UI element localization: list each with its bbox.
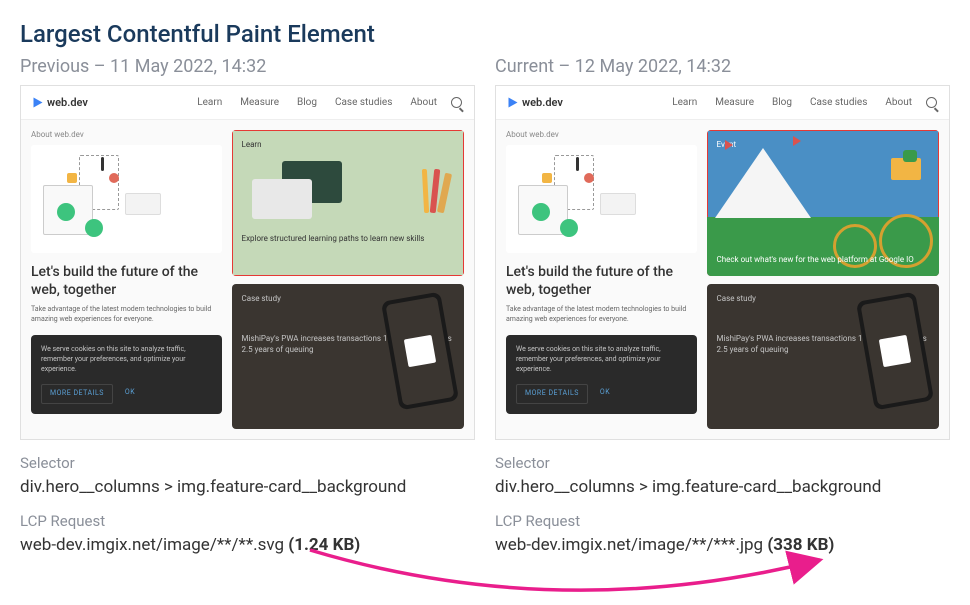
search-icon[interactable] [451,97,462,108]
lcp-size: (338 KB) [767,535,834,555]
cookie-banner: We serve cookies on this site to analyze… [31,335,222,414]
current-label: Current – 12 May 2022, 14:32 [495,56,950,77]
selector-value: div.hero__columns > img.feature-card__ba… [495,476,950,498]
cookie-more-button[interactable]: MORE DETAILS [41,384,113,404]
tent-illustration [715,148,811,218]
cookie-text: We serve cookies on this site to analyze… [516,345,687,374]
site-name: web.dev [47,96,88,109]
lcp-size: (1.24 KB) [288,535,360,555]
site-logo: web.dev [33,96,88,109]
learn-text: Explore structured learning paths to lea… [242,233,454,244]
hero-subtext: Take advantage of the latest modern tech… [31,305,222,325]
nav-link[interactable]: Measure [715,97,754,108]
cookie-text: We serve cookies on this site to analyze… [41,345,212,374]
current-screenshot: web.dev Learn Measure Blog Case studies … [495,85,950,440]
phone-illustration [381,291,459,410]
selector-label: Selector [495,454,950,472]
previous-metadata: Selector div.hero__columns > img.feature… [20,454,475,556]
site-name: web.dev [522,96,563,109]
search-icon[interactable] [926,97,937,108]
site-nav: Learn Measure Blog Case studies About [672,97,912,108]
case-study-card[interactable]: Case study MishiPay's PWA increases tran… [707,284,939,430]
cookie-ok-button[interactable]: OK [121,384,139,404]
site-header: web.dev Learn Measure Blog Case studies … [21,86,474,120]
cookie-ok-button[interactable]: OK [596,384,614,404]
cookie-more-button[interactable]: MORE DETAILS [516,384,588,404]
hero-heading: Let's build the future of the web, toget… [506,263,697,299]
current-column: Current – 12 May 2022, 14:32 web.dev Lea… [495,56,950,570]
lcp-request-label: LCP Request [20,512,475,530]
learn-illustration [242,155,454,225]
event-card[interactable]: Event Check out what's new for the web p… [707,130,939,276]
nav-link[interactable]: Learn [672,97,697,108]
logo-icon [34,98,43,108]
lcp-request-value: web-dev.imgix.net/image/**/**.svg (1.24 … [20,534,475,556]
nav-link[interactable]: Blog [772,97,792,108]
learn-card[interactable]: Learn Explore structured learning paths … [232,130,464,276]
site-logo: web.dev [508,96,563,109]
comparison-container: Previous – 11 May 2022, 14:32 web.dev Le… [20,56,950,570]
case-study-card[interactable]: Case study MishiPay's PWA increases tran… [232,284,464,430]
hero-illustration [506,145,697,253]
nav-link[interactable]: About [885,97,912,108]
lcp-request-value: web-dev.imgix.net/image/**/***.jpg (338 … [495,534,950,556]
selector-value: div.hero__columns > img.feature-card__ba… [20,476,475,498]
nav-link[interactable]: About [410,97,437,108]
hero-heading: Let's build the future of the web, toget… [31,263,222,299]
phone-illustration [856,291,934,410]
site-header: web.dev Learn Measure Blog Case studies … [496,86,949,120]
nav-link[interactable]: Case studies [810,97,867,108]
nav-link[interactable]: Measure [240,97,279,108]
nav-link[interactable]: Blog [297,97,317,108]
hero-illustration [31,145,222,253]
site-nav: Learn Measure Blog Case studies About [197,97,437,108]
event-text: Check out what's new for the web platfor… [717,254,914,265]
logo-icon [509,98,518,108]
nav-link[interactable]: Case studies [335,97,392,108]
previous-label: Previous – 11 May 2022, 14:32 [20,56,475,77]
current-metadata: Selector div.hero__columns > img.feature… [495,454,950,556]
page-title: Largest Contentful Paint Element [20,20,950,48]
lcp-request-label: LCP Request [495,512,950,530]
nav-link[interactable]: Learn [197,97,222,108]
about-label: About web.dev [31,130,222,139]
cookie-banner: We serve cookies on this site to analyze… [506,335,697,414]
selector-label: Selector [20,454,475,472]
about-label: About web.dev [506,130,697,139]
previous-column: Previous – 11 May 2022, 14:32 web.dev Le… [20,56,475,570]
hero-subtext: Take advantage of the latest modern tech… [506,305,697,325]
previous-screenshot: web.dev Learn Measure Blog Case studies … [20,85,475,440]
learn-label: Learn [242,140,454,149]
